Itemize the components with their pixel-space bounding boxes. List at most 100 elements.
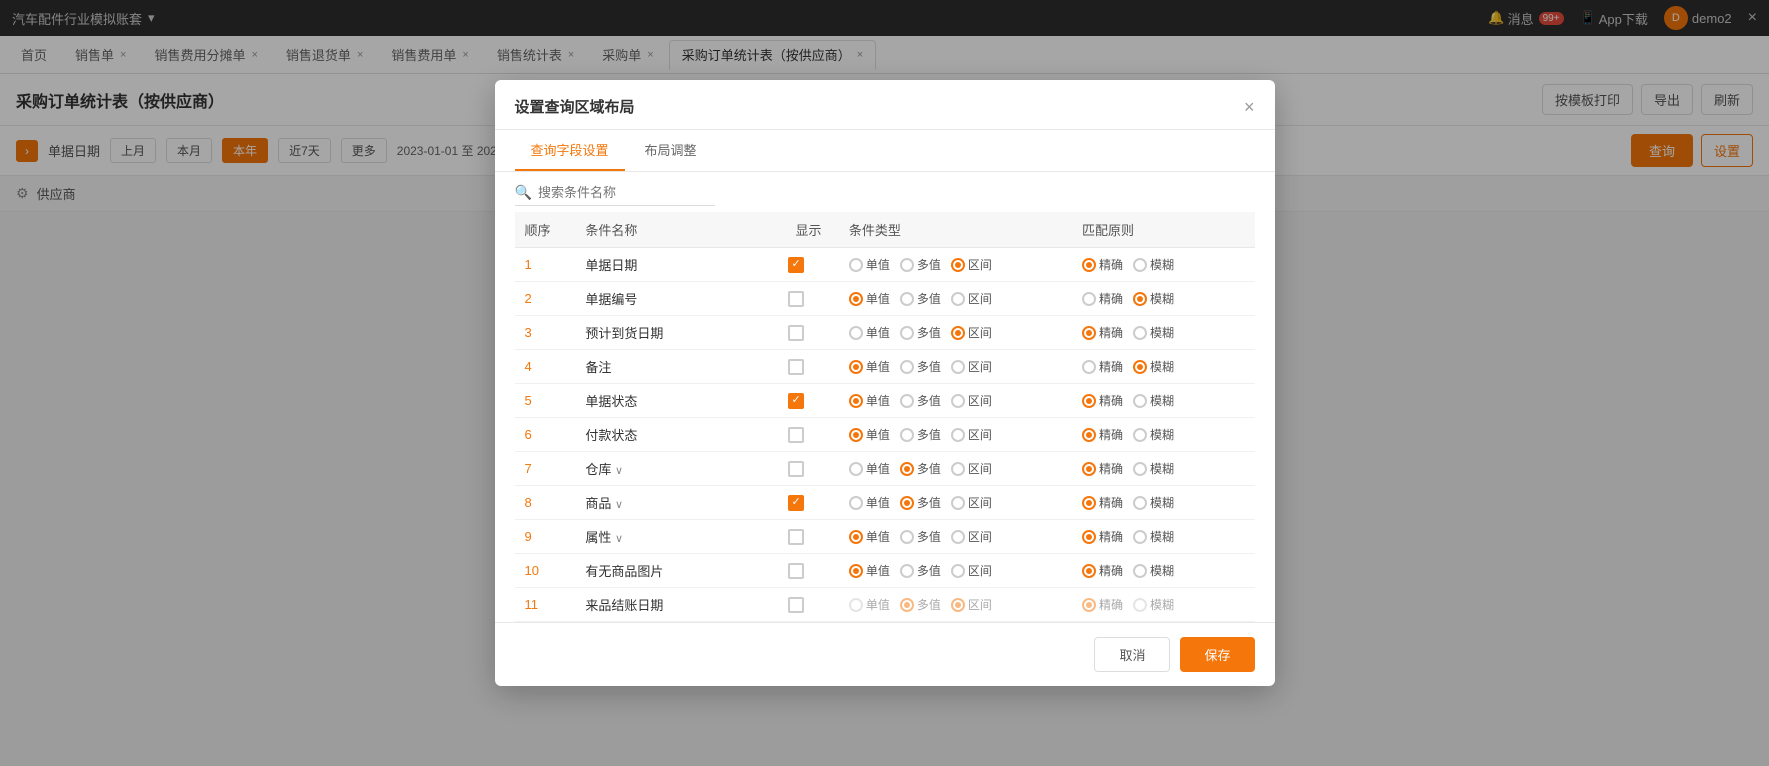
display-checkbox[interactable] (788, 461, 804, 477)
type-single-label: 单值 (866, 562, 890, 579)
table-row: 10有无商品图片 单值 多值 区间 精确 模糊 (515, 554, 1255, 588)
radio-circle (1082, 360, 1096, 374)
cell-rule: 精确 模糊 (1072, 350, 1255, 384)
radio-circle (951, 360, 965, 374)
type-single-radio[interactable]: 单值 (849, 426, 890, 443)
type-single-radio[interactable]: 单值 (849, 562, 890, 579)
rule-fuzzy-radio[interactable]: 模糊 (1133, 392, 1174, 409)
type-range-radio[interactable]: 区间 (951, 528, 992, 545)
type-single-radio[interactable]: 单值 (849, 290, 890, 307)
type-range-radio[interactable]: 区间 (951, 256, 992, 273)
rule-fuzzy-radio[interactable]: 模糊 (1133, 460, 1174, 477)
radio-circle (900, 564, 914, 578)
type-single-radio[interactable]: 单值 (849, 324, 890, 341)
cell-order: 2 (515, 282, 576, 316)
modal-tab-fields[interactable]: 查询字段设置 (515, 130, 625, 171)
rule-fuzzy-radio[interactable]: 模糊 (1133, 596, 1174, 613)
display-checkbox[interactable] (788, 325, 804, 341)
type-multi-radio[interactable]: 多值 (900, 324, 941, 341)
condition-name: 有无商品图片 (585, 564, 663, 579)
rule-exact-radio[interactable]: 精确 (1082, 324, 1123, 341)
modal-tab-layout[interactable]: 布局调整 (629, 130, 713, 171)
type-single-radio[interactable]: 单值 (849, 256, 890, 273)
rule-fuzzy-radio[interactable]: 模糊 (1133, 290, 1174, 307)
type-single-label: 单值 (866, 596, 890, 613)
rule-fuzzy-radio[interactable]: 模糊 (1133, 358, 1174, 375)
type-range-label: 区间 (968, 426, 992, 443)
type-range-radio[interactable]: 区间 (951, 460, 992, 477)
radio-circle (1133, 564, 1147, 578)
rule-exact-radio[interactable]: 精确 (1082, 596, 1123, 613)
rule-exact-radio[interactable]: 精确 (1082, 290, 1123, 307)
display-checkbox[interactable] (788, 257, 804, 273)
type-multi-radio[interactable]: 多值 (900, 596, 941, 613)
cell-rule: 精确 模糊 (1072, 554, 1255, 588)
rule-fuzzy-radio[interactable]: 模糊 (1133, 562, 1174, 579)
type-range-radio[interactable]: 区间 (951, 596, 992, 613)
search-input[interactable] (538, 185, 715, 200)
rule-fuzzy-radio[interactable]: 模糊 (1133, 494, 1174, 511)
radio-circle (1133, 462, 1147, 476)
type-multi-radio[interactable]: 多值 (900, 256, 941, 273)
rule-exact-radio[interactable]: 精确 (1082, 494, 1123, 511)
rule-exact-radio[interactable]: 精确 (1082, 460, 1123, 477)
radio-circle (900, 292, 914, 306)
type-multi-radio[interactable]: 多值 (900, 392, 941, 409)
order-number: 5 (525, 393, 532, 408)
display-checkbox[interactable] (788, 529, 804, 545)
type-multi-radio[interactable]: 多值 (900, 562, 941, 579)
type-range-radio[interactable]: 区间 (951, 562, 992, 579)
th-display: 显示 (778, 212, 839, 248)
modal-close-button[interactable]: × (1244, 98, 1255, 116)
rule-exact-radio[interactable]: 精确 (1082, 528, 1123, 545)
save-button[interactable]: 保存 (1180, 637, 1254, 672)
type-range-radio[interactable]: 区间 (951, 324, 992, 341)
radio-circle (951, 598, 965, 612)
rule-exact-radio[interactable]: 精确 (1082, 358, 1123, 375)
display-checkbox[interactable] (788, 359, 804, 375)
type-single-radio[interactable]: 单值 (849, 596, 890, 613)
type-range-radio[interactable]: 区间 (951, 392, 992, 409)
type-range-radio[interactable]: 区间 (951, 358, 992, 375)
type-multi-radio[interactable]: 多值 (900, 358, 941, 375)
type-multi-radio[interactable]: 多值 (900, 290, 941, 307)
rule-fuzzy-label: 模糊 (1150, 358, 1174, 375)
type-range-radio[interactable]: 区间 (951, 290, 992, 307)
display-checkbox[interactable] (788, 563, 804, 579)
type-single-radio[interactable]: 单值 (849, 358, 890, 375)
table-row: 5单据状态 单值 多值 区间 精确 模糊 (515, 384, 1255, 418)
type-multi-radio[interactable]: 多值 (900, 528, 941, 545)
modal-tab-fields-label: 查询字段设置 (531, 143, 609, 158)
type-single-radio[interactable]: 单值 (849, 392, 890, 409)
rule-exact-radio[interactable]: 精确 (1082, 426, 1123, 443)
rule-fuzzy-radio[interactable]: 模糊 (1133, 426, 1174, 443)
rule-exact-radio[interactable]: 精确 (1082, 562, 1123, 579)
radio-circle (951, 530, 965, 544)
display-checkbox[interactable] (788, 597, 804, 613)
rule-exact-label: 精确 (1099, 494, 1123, 511)
type-single-radio[interactable]: 单值 (849, 528, 890, 545)
cancel-button[interactable]: 取消 (1094, 637, 1170, 672)
type-multi-radio[interactable]: 多值 (900, 460, 941, 477)
radio-circle (849, 326, 863, 340)
radio-circle (1082, 326, 1096, 340)
type-multi-radio[interactable]: 多值 (900, 426, 941, 443)
radio-circle (900, 258, 914, 272)
type-multi-radio[interactable]: 多值 (900, 494, 941, 511)
rule-exact-radio[interactable]: 精确 (1082, 256, 1123, 273)
rule-exact-radio[interactable]: 精确 (1082, 392, 1123, 409)
display-checkbox[interactable] (788, 393, 804, 409)
rule-fuzzy-radio[interactable]: 模糊 (1133, 528, 1174, 545)
rule-fuzzy-radio[interactable]: 模糊 (1133, 256, 1174, 273)
radio-circle (900, 598, 914, 612)
type-single-radio[interactable]: 单值 (849, 460, 890, 477)
table-row: 11来品结账日期 单值 多值 区间 精确 模糊 (515, 588, 1255, 622)
display-checkbox[interactable] (788, 495, 804, 511)
display-checkbox[interactable] (788, 427, 804, 443)
type-range-radio[interactable]: 区间 (951, 494, 992, 511)
type-range-radio[interactable]: 区间 (951, 426, 992, 443)
radio-circle (849, 292, 863, 306)
display-checkbox[interactable] (788, 291, 804, 307)
rule-fuzzy-radio[interactable]: 模糊 (1133, 324, 1174, 341)
type-single-radio[interactable]: 单值 (849, 494, 890, 511)
